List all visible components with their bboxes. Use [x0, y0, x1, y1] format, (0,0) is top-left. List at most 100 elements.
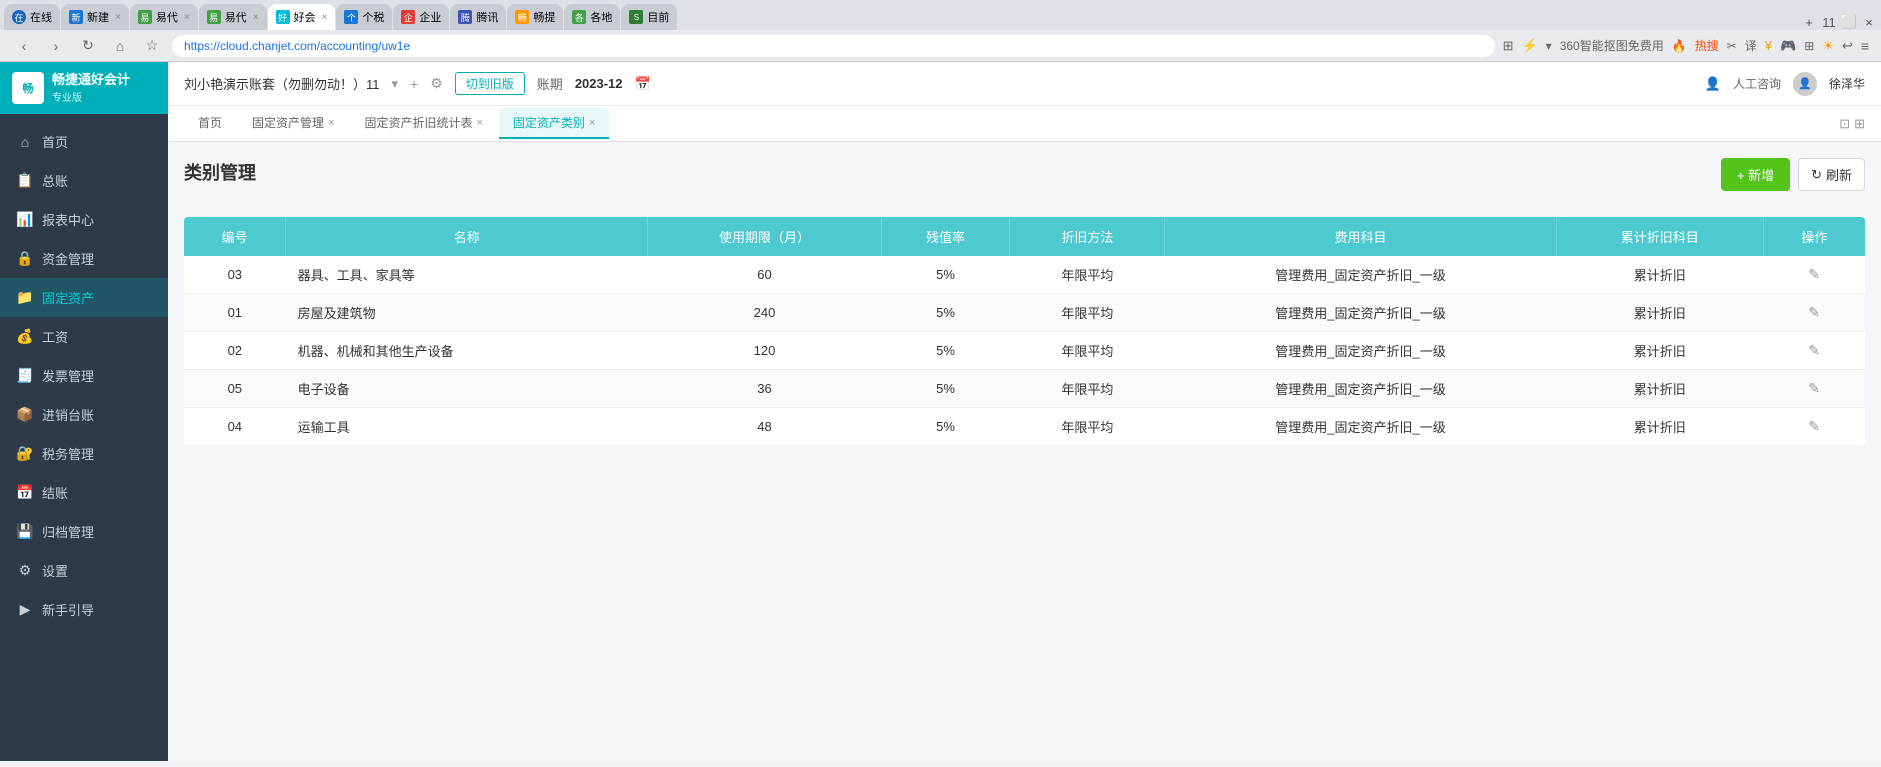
- tab-expand-controls: ⊡ ⊞: [1839, 116, 1865, 132]
- browser-tab-yidai2[interactable]: 易 易代 ×: [199, 4, 267, 30]
- browser-tab-haohui[interactable]: 好 好会 ×: [268, 4, 336, 30]
- undo-icon: ↩: [1842, 38, 1853, 54]
- minimize-btn[interactable]: 11: [1821, 14, 1837, 30]
- browser-tab-new[interactable]: 新 新建 ×: [61, 4, 129, 30]
- refresh-btn[interactable]: ↻ 刷新: [1798, 158, 1865, 191]
- home-btn[interactable]: ⌂: [108, 34, 132, 58]
- app-wrapper: 畅 畅捷通好会计 专业版 ⌂ 首页 📋 总账 📊 报表中心 🔒 资金管理: [0, 62, 1881, 761]
- cell-expense: 管理费用_固定资产折旧_一级: [1165, 408, 1556, 446]
- tab-icon-new: 新: [69, 10, 83, 24]
- sidebar-item-report[interactable]: 📊 报表中心: [0, 200, 168, 239]
- sidebar-app-name: 畅捷通好会计: [52, 72, 130, 89]
- browser-tab-gedi[interactable]: 各 各地: [564, 4, 620, 30]
- browser-tab-close-yidai1[interactable]: ×: [184, 12, 190, 23]
- tab-icon-geshuei: 个: [344, 10, 358, 24]
- browser-tab-mubiao[interactable]: S 目前: [621, 4, 677, 30]
- tab-asset-depr[interactable]: 固定资产折旧统计表 ×: [350, 108, 496, 139]
- cell-action: ✎: [1763, 408, 1865, 446]
- back-btn[interactable]: ‹: [12, 34, 36, 58]
- browser-tab-label-mubiao: 目前: [647, 9, 669, 25]
- tab-asset-cat-close[interactable]: ×: [589, 117, 595, 129]
- ledger-icon: 📋: [16, 172, 34, 190]
- sidebar-item-salary[interactable]: 💰 工资: [0, 317, 168, 356]
- address-input[interactable]: [172, 35, 1495, 57]
- grid-icon: ⊞: [1503, 38, 1514, 54]
- sidebar-item-invoice[interactable]: 🧾 发票管理: [0, 356, 168, 395]
- toolbar: + 新增 ↻ 刷新: [1721, 158, 1865, 191]
- edit-btn[interactable]: ✎: [1808, 342, 1820, 358]
- topbar-settings-icon[interactable]: ⚙: [430, 75, 443, 92]
- col-header-months: 使用期限（月）: [648, 217, 881, 256]
- cell-name: 电子设备: [286, 370, 648, 408]
- sidebar-item-ledger[interactable]: 📋 总账: [0, 161, 168, 200]
- sidebar-item-settle[interactable]: 📅 结账: [0, 473, 168, 512]
- sidebar-item-tax[interactable]: 🔐 税务管理: [0, 434, 168, 473]
- cell-code: 02: [184, 332, 286, 370]
- fixedasset-icon: 📁: [16, 289, 34, 307]
- sidebar-item-inventory[interactable]: 📦 进销台账: [0, 395, 168, 434]
- browser-tab-label-haohui: 好会: [294, 9, 316, 25]
- sidebar-item-home[interactable]: ⌂ 首页: [0, 122, 168, 161]
- browser-tab-qiye[interactable]: 企 企业: [393, 4, 449, 30]
- cell-name: 机器、机械和其他生产设备: [286, 332, 648, 370]
- browser-tab-geshuei[interactable]: 个 个税: [336, 4, 392, 30]
- add-category-btn[interactable]: + 新增: [1721, 158, 1790, 191]
- sidebar-label-report: 报表中心: [42, 210, 94, 229]
- browser-tab-zaixin[interactable]: 在 在线: [4, 4, 60, 30]
- sidebar-logo-text-block: 畅捷通好会计 专业版: [52, 72, 130, 104]
- cell-method: 年限平均: [1010, 294, 1165, 332]
- forward-btn[interactable]: ›: [44, 34, 68, 58]
- avatar: 👤: [1793, 72, 1817, 96]
- browser-tab-label-yidai2: 易代: [225, 9, 247, 25]
- new-tab-btn[interactable]: +: [1801, 14, 1817, 30]
- tab-collapse-btn[interactable]: ⊡: [1839, 116, 1850, 132]
- sidebar-item-archive[interactable]: 💾 归档管理: [0, 512, 168, 551]
- page-title: 类别管理: [184, 159, 256, 185]
- sun-icon: ☀: [1822, 38, 1834, 54]
- cell-method: 年限平均: [1010, 332, 1165, 370]
- inventory-icon: 📦: [16, 406, 34, 424]
- cell-code: 05: [184, 370, 286, 408]
- browser-tabs-row: 在 在线 新 新建 × 易 易代 × 易 易代 × 好 好会 × 个 个税 企 …: [0, 0, 1881, 30]
- col-header-name: 名称: [286, 217, 648, 256]
- tab-icon-zaixin: 在: [12, 10, 26, 24]
- tab-asset-cat[interactable]: 固定资产类别 ×: [499, 108, 609, 139]
- edit-btn[interactable]: ✎: [1808, 380, 1820, 396]
- browser-tab-close-yidai2[interactable]: ×: [253, 12, 259, 23]
- edit-btn[interactable]: ✎: [1808, 418, 1820, 434]
- switch-to-old-btn[interactable]: 切到旧版: [455, 72, 525, 95]
- topbar-add-icon[interactable]: +: [410, 76, 418, 92]
- browser-tab-close-new[interactable]: ×: [115, 12, 121, 23]
- close-browser-btn[interactable]: ×: [1861, 14, 1877, 30]
- cell-code: 01: [184, 294, 286, 332]
- calendar-icon[interactable]: 📅: [635, 76, 651, 92]
- edit-btn[interactable]: ✎: [1808, 266, 1820, 282]
- browser-tab-close-haohui[interactable]: ×: [322, 12, 328, 23]
- tab-asset-mgmt[interactable]: 固定资产管理 ×: [238, 108, 348, 139]
- sidebar: 畅 畅捷通好会计 专业版 ⌂ 首页 📋 总账 📊 报表中心 🔒 资金管理: [0, 62, 168, 761]
- browser-tab-yidai1[interactable]: 易 易代 ×: [130, 4, 198, 30]
- browser-tab-tencent[interactable]: 腾 腾讯: [450, 4, 506, 30]
- browser-tab-changjie[interactable]: 畅 畅提: [507, 4, 563, 30]
- browser-tab-label-changjie: 畅提: [533, 9, 555, 25]
- cell-method: 年限平均: [1010, 408, 1165, 446]
- sidebar-item-fixedasset[interactable]: 📁 固定资产: [0, 278, 168, 317]
- sidebar-item-settings[interactable]: ⚙ 设置: [0, 551, 168, 590]
- reload-btn[interactable]: ↻: [76, 34, 100, 58]
- restore-btn[interactable]: ⬜: [1841, 14, 1857, 30]
- cell-method: 年限平均: [1010, 370, 1165, 408]
- tab-expand-btn[interactable]: ⊞: [1854, 116, 1865, 132]
- sidebar-item-guide[interactable]: ▶ 新手引导: [0, 590, 168, 629]
- star-btn[interactable]: ☆: [140, 34, 164, 58]
- topbar-dropdown-icon[interactable]: ▾: [392, 76, 399, 92]
- tab-asset-mgmt-close[interactable]: ×: [328, 117, 334, 129]
- edit-btn[interactable]: ✎: [1808, 304, 1820, 320]
- tab-asset-depr-close[interactable]: ×: [476, 117, 482, 129]
- archive-icon: 💾: [16, 523, 34, 541]
- sidebar-logo-icon: 畅: [12, 72, 44, 104]
- cell-expense: 管理费用_固定资产折旧_一级: [1165, 370, 1556, 408]
- topbar-service-label[interactable]: 人工咨询: [1733, 75, 1781, 92]
- tab-home[interactable]: 首页: [184, 108, 236, 139]
- sidebar-item-fund[interactable]: 🔒 资金管理: [0, 239, 168, 278]
- cell-accum: 累计折旧: [1556, 294, 1763, 332]
